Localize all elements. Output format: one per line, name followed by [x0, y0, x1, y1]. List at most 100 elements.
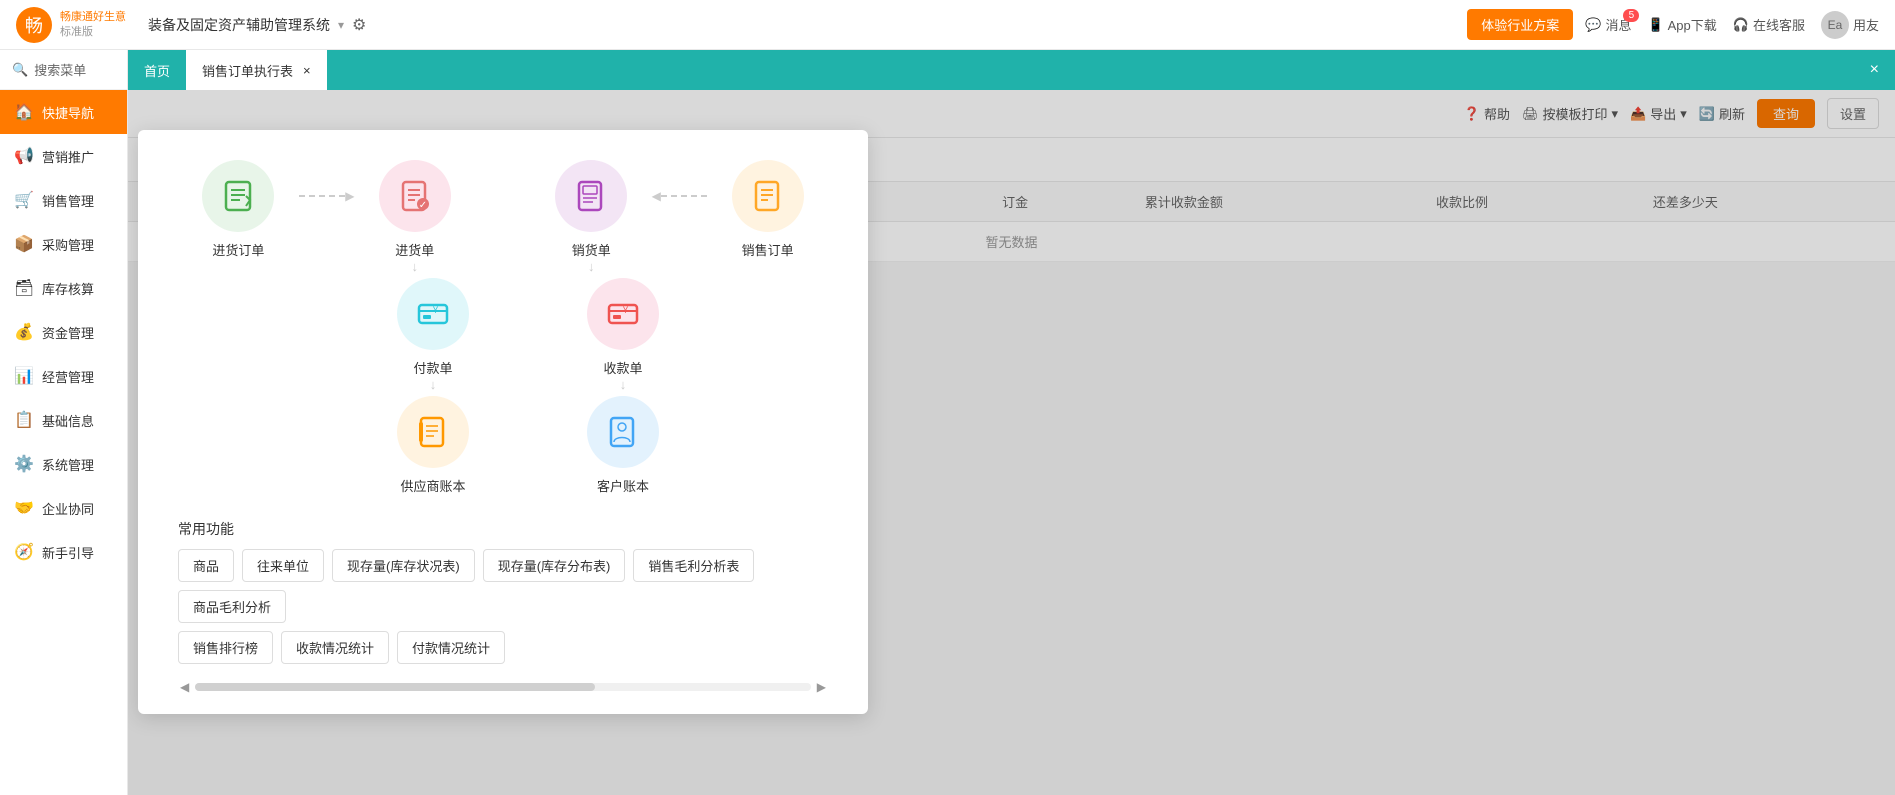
username: 用友 — [1853, 15, 1879, 34]
sidebar-item-inventory[interactable]: 🗃 库存核算 — [0, 266, 127, 310]
system-title: 装备及固定资产辅助管理系统 ▾ ⚙ — [148, 15, 1455, 35]
app-download-button[interactable]: 📱 App下载 — [1647, 15, 1716, 34]
arrow-1: ▶ — [299, 189, 355, 203]
headset-icon: 🎧 — [1733, 17, 1749, 33]
sidebar-item-finance[interactable]: 💰 资金管理 — [0, 310, 127, 354]
scrollbar-track[interactable] — [195, 683, 811, 691]
customer-ledger-node[interactable]: 客户账本 — [558, 396, 688, 495]
online-service-button[interactable]: 🎧 在线客服 — [1733, 15, 1805, 34]
sidebar-item-operations[interactable]: 📊 经营管理 — [0, 354, 127, 398]
func-btn-product-profit[interactable]: 商品毛利分析 — [178, 590, 286, 623]
common-functions-title: 常用功能 — [178, 519, 828, 539]
page-content: ❓ 帮助 🖨 按模板打印 ▾ 📤 导出 ▾ 🔄 — [128, 90, 1895, 795]
supplier-ledger-label: 供应商账本 — [400, 476, 465, 495]
func-btn-payment-stats[interactable]: 付款情况统计 — [397, 631, 505, 664]
sidebar-item-purchase[interactable]: 📦 采购管理 — [0, 222, 127, 266]
func-btn-stock-status[interactable]: 现存量(库存状况表) — [332, 549, 475, 582]
down-arrows-row: ↓ ↓ — [178, 259, 828, 274]
sales-bill-node[interactable]: 销货单 — [531, 160, 652, 259]
tab-bar: 首页 销售订单执行表 × × — [128, 50, 1895, 90]
basic-info-icon: 📋 — [14, 410, 34, 430]
sidebar-item-collab[interactable]: 🤝 企业协同 — [0, 486, 127, 530]
arrow-down-payment: ↓ — [354, 259, 475, 274]
sidebar-item-label: 快捷导航 — [42, 103, 94, 122]
spacer-down-2 — [299, 259, 355, 274]
supplier-ledger-node[interactable]: 供应商账本 — [368, 396, 498, 495]
receipt-bill-label: 收款单 — [603, 358, 642, 377]
trial-button[interactable]: 体验行业方案 — [1467, 9, 1573, 40]
spacer-down-4 — [652, 259, 708, 274]
tab-home[interactable]: 首页 — [128, 50, 186, 90]
func-btn-sales-rank[interactable]: 销售排行榜 — [178, 631, 273, 664]
arrow-2: ◀ — [652, 189, 708, 203]
message-badge: 5 — [1623, 9, 1639, 22]
arrow-down-supplier: ↓ — [368, 377, 498, 392]
quick-nav-icon: 🏠 — [14, 102, 34, 122]
collab-icon: 🤝 — [14, 498, 34, 518]
purchase-order-icon — [202, 160, 274, 232]
payment-bill-node[interactable]: ¥ 付款单 — [368, 278, 498, 377]
modal-scrollbar: ◀ ▶ — [178, 680, 828, 694]
func-btn-product[interactable]: 商品 — [178, 549, 234, 582]
sales-order-tab-label: 销售订单执行表 — [202, 61, 293, 80]
avatar: Ea — [1821, 11, 1849, 39]
sidebar-item-label: 库存核算 — [42, 279, 94, 298]
sales-bill-icon — [555, 160, 627, 232]
header-right: 💬 消息 5 📱 App下载 🎧 在线客服 Ea 用友 — [1585, 11, 1879, 39]
scroll-left-button[interactable]: ◀ — [178, 680, 191, 694]
svg-text:✓: ✓ — [419, 200, 427, 211]
scroll-right-button[interactable]: ▶ — [815, 680, 828, 694]
search-menu-label: 搜索菜单 — [34, 60, 86, 79]
message-button[interactable]: 💬 消息 5 — [1585, 15, 1631, 34]
purchase-bill-node[interactable]: ✓ 进货单 — [354, 160, 475, 259]
sidebar-item-basic-info[interactable]: 📋 基础信息 — [0, 398, 127, 442]
sidebar-item-label: 系统管理 — [42, 455, 94, 474]
common-function-buttons: 商品 往来单位 现存量(库存状况表) 现存量(库存分布表) 销售毛利分析表 商品… — [178, 549, 828, 623]
down-arrows-row2: ↓ ↓ — [178, 377, 828, 392]
payment-bill-label: 付款单 — [413, 358, 452, 377]
system-name: 装备及固定资产辅助管理系统 — [148, 15, 330, 35]
arrow-down-customer: ↓ — [558, 377, 688, 392]
sidebar-item-system[interactable]: ⚙️ 系统管理 — [0, 442, 127, 486]
func-btn-sales-profit[interactable]: 销售毛利分析表 — [633, 549, 754, 582]
dropdown-arrow-icon[interactable]: ▾ — [338, 18, 344, 32]
tab-sales-order[interactable]: 销售订单执行表 × — [186, 50, 327, 90]
top-header: 畅 畅康通好生意标准版 装备及固定资产辅助管理系统 ▾ ⚙ 体验行业方案 💬 消… — [0, 0, 1895, 50]
flow-row-3: 供应商账本 — [178, 396, 828, 495]
sidebar-item-label: 基础信息 — [42, 411, 94, 430]
sales-order-node[interactable]: 销售订单 — [707, 160, 828, 259]
logo-area: 畅 畅康通好生意标准版 — [16, 7, 136, 43]
tab-bar-close-icon[interactable]: × — [1854, 61, 1895, 79]
sidebar-item-label: 营销推广 — [42, 147, 94, 166]
flow-row-2: ¥ 付款单 — [178, 278, 828, 377]
sidebar-item-marketing[interactable]: 📢 营销推广 — [0, 134, 127, 178]
common-function-buttons-2: 销售排行榜 收款情况统计 付款情况统计 — [178, 631, 828, 664]
spacer-down-3 — [475, 259, 531, 274]
search-menu[interactable]: 🔍 搜索菜单 — [0, 50, 127, 90]
func-btn-stock-dist[interactable]: 现存量(库存分布表) — [483, 549, 626, 582]
func-btn-counterparty[interactable]: 往来单位 — [242, 549, 324, 582]
spacer2-2 — [308, 377, 368, 392]
logo-text: 畅康通好生意标准版 — [60, 10, 126, 39]
func-btn-receipt-stats[interactable]: 收款情况统计 — [281, 631, 389, 664]
sales-order-label: 销售订单 — [742, 240, 794, 259]
sidebar-item-label: 资金管理 — [42, 323, 94, 342]
user-menu[interactable]: Ea 用友 — [1821, 11, 1879, 39]
customer-ledger-icon — [587, 396, 659, 468]
sidebar-item-sales[interactable]: 🛒 销售管理 — [0, 178, 127, 222]
tab-close-icon[interactable]: × — [303, 63, 311, 78]
search-icon: 🔍 — [12, 62, 28, 78]
settings-icon[interactable]: ⚙ — [352, 15, 366, 35]
purchase-order-label: 进货订单 — [212, 240, 264, 259]
purchase-order-node[interactable]: 进货订单 — [178, 160, 299, 259]
marketing-icon: 📢 — [14, 146, 34, 166]
flow-section: 进货订单 ▶ — [178, 160, 828, 495]
operations-icon: 📊 — [14, 366, 34, 386]
online-service-label: 在线客服 — [1753, 15, 1805, 34]
sidebar-item-guide[interactable]: 🧭 新手引导 — [0, 530, 127, 574]
sidebar-item-quick-nav[interactable]: 🏠 快捷导航 — [0, 90, 127, 134]
spacer-down-5 — [707, 259, 828, 274]
receipt-bill-node[interactable]: ¥ 收款单 — [558, 278, 688, 377]
system-icon: ⚙️ — [14, 454, 34, 474]
finance-icon: 💰 — [14, 322, 34, 342]
